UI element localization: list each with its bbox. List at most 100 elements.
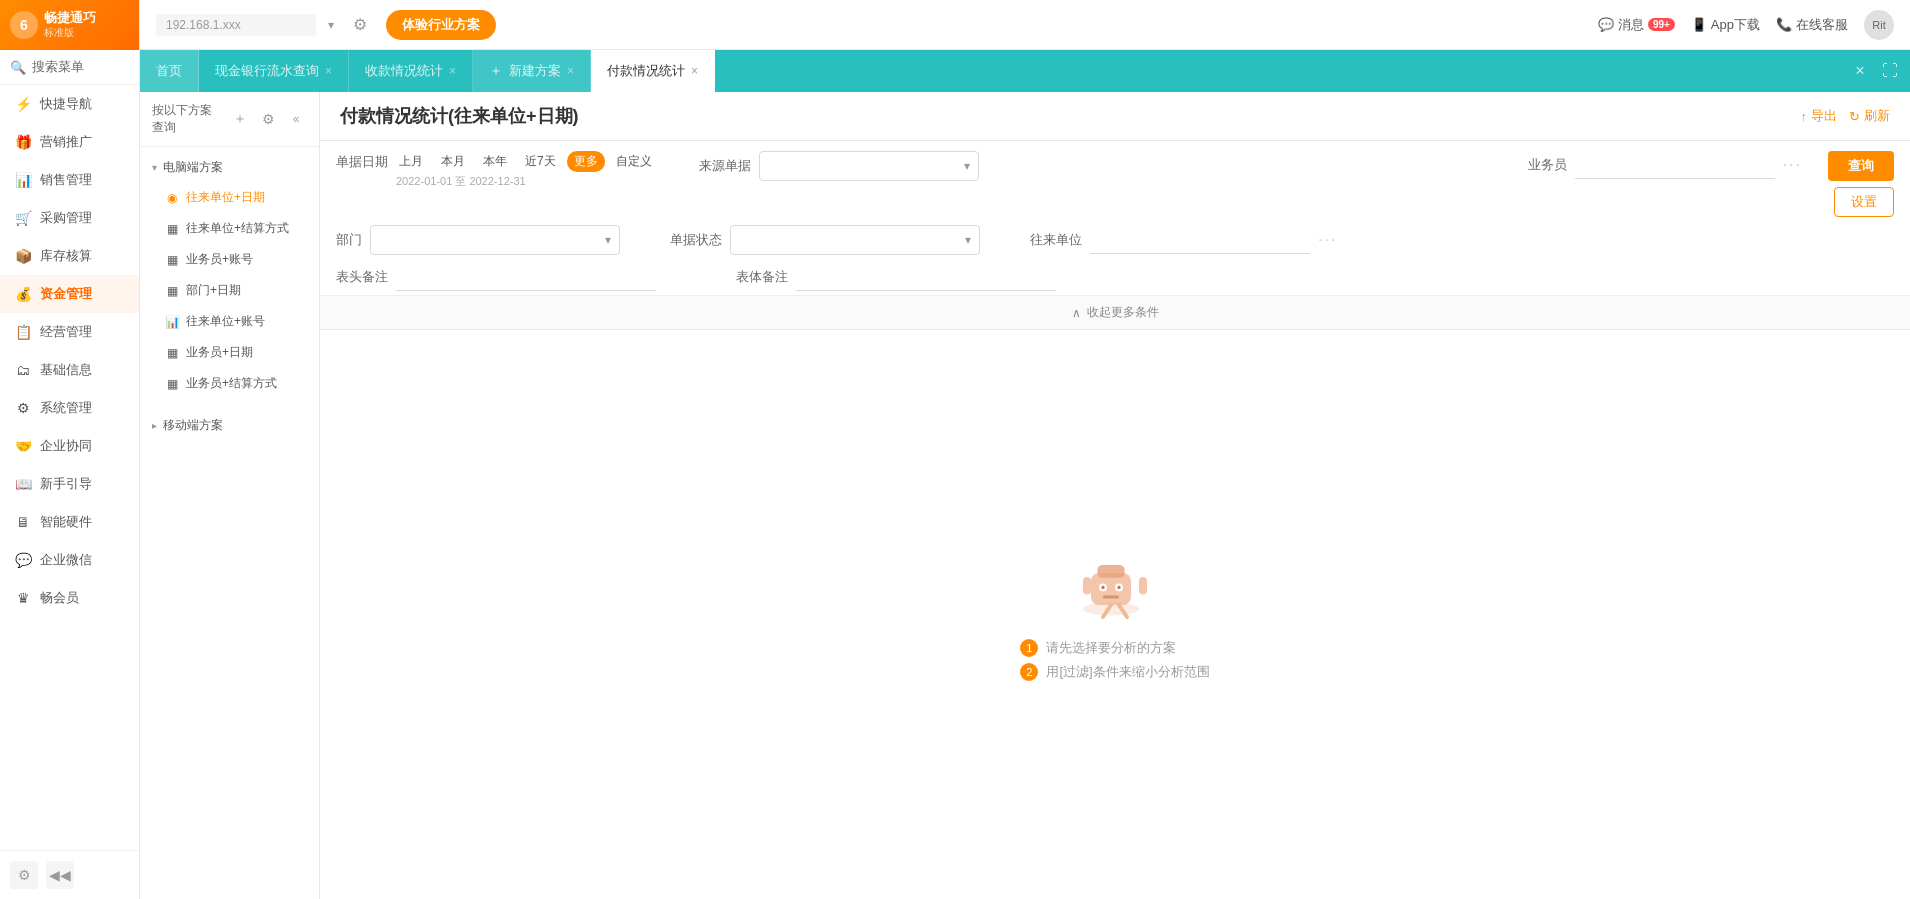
source-doc-chevron-icon: ▾	[964, 159, 970, 173]
tab-receipt-stats[interactable]: 收款情况统计 ×	[349, 50, 473, 92]
sidebar-item-marketing[interactable]: 🎁 营销推广	[0, 123, 139, 161]
topbar-gear-icon[interactable]: ⚙	[346, 11, 374, 39]
topbar-online-service[interactable]: 📞 在线客服	[1776, 16, 1848, 34]
sidebar-item-purchase[interactable]: 🛒 采购管理	[0, 199, 139, 237]
scheme-item-salesman-settle[interactable]: ▦ 业务员+结算方式	[140, 368, 319, 399]
scheme-settings-btn[interactable]: ⚙	[257, 108, 279, 130]
funds-icon: 💰	[14, 285, 32, 303]
date-last-month-btn[interactable]: 上月	[392, 151, 430, 172]
scheme-section-desktop-header[interactable]: ▾ 电脑端方案	[140, 153, 319, 182]
header-note-input[interactable]	[396, 263, 656, 291]
partner-input[interactable]	[1090, 226, 1310, 254]
sidebar-item-enterprise[interactable]: 🤝 企业协同	[0, 427, 139, 465]
topbar-app-download[interactable]: 📱 App下载	[1691, 16, 1760, 34]
tab-payment-stats[interactable]: 付款情况统计 ×	[591, 50, 715, 92]
inventory-icon: 📦	[14, 247, 32, 265]
sidebar-item-label: 系统管理	[40, 399, 92, 417]
scheme-item-dept-date[interactable]: ▦ 部门+日期	[140, 275, 319, 306]
sidebar-item-label: 新手引导	[40, 475, 92, 493]
tab-receipt-stats-close[interactable]: ×	[449, 64, 456, 78]
empty-tip-1: 1 请先选择要分析的方案	[1020, 639, 1209, 657]
tabs-expand-btn[interactable]: ⛶	[1878, 59, 1902, 83]
salesman-settle-icon: ▦	[164, 376, 180, 392]
sidebar-item-guide[interactable]: 📖 新手引导	[0, 465, 139, 503]
dept-dropdown[interactable]: ▾	[370, 225, 620, 255]
tab-bank-flow[interactable]: 现金银行流水查询 ×	[199, 50, 349, 92]
salesman-input[interactable]	[1575, 151, 1775, 179]
export-icon: ↑	[1801, 109, 1808, 124]
svg-point-5	[1101, 585, 1104, 588]
trial-btn[interactable]: 体验行业方案	[386, 10, 496, 40]
doc-status-label: 单据状态	[670, 231, 722, 249]
scheme-item-salesman-account[interactable]: ▦ 业务员+账号	[140, 244, 319, 275]
collapse-btn[interactable]: ∧ 收起更多条件	[320, 295, 1910, 329]
export-label: 导出	[1811, 107, 1837, 125]
empty-state: 1 请先选择要分析的方案 2 用[过滤]条件来缩小分析范围	[1020, 549, 1209, 681]
scheme-add-btn[interactable]: ＋	[229, 108, 251, 130]
sidebar-item-label: 库存核算	[40, 247, 92, 265]
dept-date-icon: ▦	[164, 283, 180, 299]
sidebar-item-funds[interactable]: 💰 资金管理	[0, 275, 139, 313]
tab-payment-stats-close[interactable]: ×	[691, 64, 698, 78]
scheme-item-partner-account[interactable]: 📊 往来单位+账号	[140, 306, 319, 337]
query-btn[interactable]: 查询	[1828, 151, 1894, 181]
sidebar-item-operations[interactable]: 📋 经营管理	[0, 313, 139, 351]
system-icon: ⚙	[14, 399, 32, 417]
body-note-input[interactable]	[796, 263, 1056, 291]
scheme-collapse-btn[interactable]: «	[285, 108, 307, 130]
partner-dots[interactable]: ···	[1318, 231, 1337, 249]
sidebar-item-sales[interactable]: 📊 销售管理	[0, 161, 139, 199]
tab-new-scheme[interactable]: ＋ 新建方案 ×	[473, 50, 591, 92]
partner-label: 往来单位	[1030, 231, 1082, 249]
settings-btn[interactable]: 设置	[1834, 187, 1894, 217]
date-last-7-btn[interactable]: 近7天	[518, 151, 563, 172]
tabs-close-btn[interactable]: ×	[1848, 59, 1872, 83]
topbar-message[interactable]: 💬 消息 99+	[1598, 16, 1675, 34]
sidebar-item-label: 基础信息	[40, 361, 92, 379]
svg-point-6	[1117, 585, 1120, 588]
scheme-item-dept-date-label: 部门+日期	[186, 282, 241, 299]
sidebar-footer-collapse[interactable]: ◀◀	[46, 861, 74, 889]
sidebar-nav: ⚡ 快捷导航 🎁 营销推广 📊 销售管理 🛒 采购管理 📦 库存核算 💰 资金管…	[0, 85, 139, 850]
salesman-account-icon: ▦	[164, 252, 180, 268]
partner-date-icon: ◉	[164, 190, 180, 206]
desktop-arrow-icon: ▾	[152, 162, 157, 173]
sidebar-item-wechat[interactable]: 💬 企业微信	[0, 541, 139, 579]
topbar-chevron-icon: ▾	[328, 18, 334, 32]
tab-bank-flow-label: 现金银行流水查询	[215, 62, 319, 80]
date-custom-btn[interactable]: 自定义	[609, 151, 659, 172]
sidebar-search[interactable]: 🔍 搜索菜单	[0, 50, 139, 85]
topbar-avatar[interactable]: Rit	[1864, 10, 1894, 40]
search-label: 搜索菜单	[32, 58, 84, 76]
scheme-item-salesman-date[interactable]: ▦ 业务员+日期	[140, 337, 319, 368]
date-this-month-btn[interactable]: 本月	[434, 151, 472, 172]
tab-home[interactable]: 首页	[140, 50, 199, 92]
sidebar-item-member[interactable]: ♛ 畅会员	[0, 579, 139, 617]
empty-state-icon	[1065, 549, 1165, 629]
tab-bank-flow-close[interactable]: ×	[325, 64, 332, 78]
source-doc-dropdown[interactable]: ▾	[759, 151, 979, 181]
sidebar-item-label: 销售管理	[40, 171, 92, 189]
sidebar-item-hardware[interactable]: 🖥 智能硬件	[0, 503, 139, 541]
sidebar-item-quick-nav[interactable]: ⚡ 快捷导航	[0, 85, 139, 123]
sidebar-item-label: 企业协同	[40, 437, 92, 455]
sidebar-item-inventory[interactable]: 📦 库存核算	[0, 237, 139, 275]
scheme-item-partner-settle-label: 往来单位+结算方式	[186, 220, 289, 237]
tab-new-scheme-close[interactable]: ×	[567, 64, 574, 78]
export-btn[interactable]: ↑ 导出	[1801, 107, 1838, 125]
doc-status-dropdown[interactable]: ▾	[730, 225, 980, 255]
sidebar-footer-settings[interactable]: ⚙	[10, 861, 38, 889]
sidebar-item-basic-info[interactable]: 🗂 基础信息	[0, 351, 139, 389]
date-more-btn[interactable]: 更多	[567, 151, 605, 172]
app-download-icon: 📱	[1691, 17, 1707, 32]
date-this-year-btn[interactable]: 本年	[476, 151, 514, 172]
scheme-item-partner-settle[interactable]: ▦ 往来单位+结算方式	[140, 213, 319, 244]
online-service-icon: 📞	[1776, 17, 1792, 32]
sidebar-item-system[interactable]: ⚙ 系统管理	[0, 389, 139, 427]
sales-icon: 📊	[14, 171, 32, 189]
scheme-item-partner-date[interactable]: ◉ 往来单位+日期	[140, 182, 319, 213]
refresh-btn[interactable]: ↻ 刷新	[1849, 107, 1890, 125]
scheme-section-mobile-header[interactable]: ▸ 移动端方案	[140, 411, 319, 440]
salesman-dots[interactable]: ···	[1783, 156, 1802, 174]
sidebar-header: 6 畅捷通巧 标准版	[0, 0, 139, 50]
